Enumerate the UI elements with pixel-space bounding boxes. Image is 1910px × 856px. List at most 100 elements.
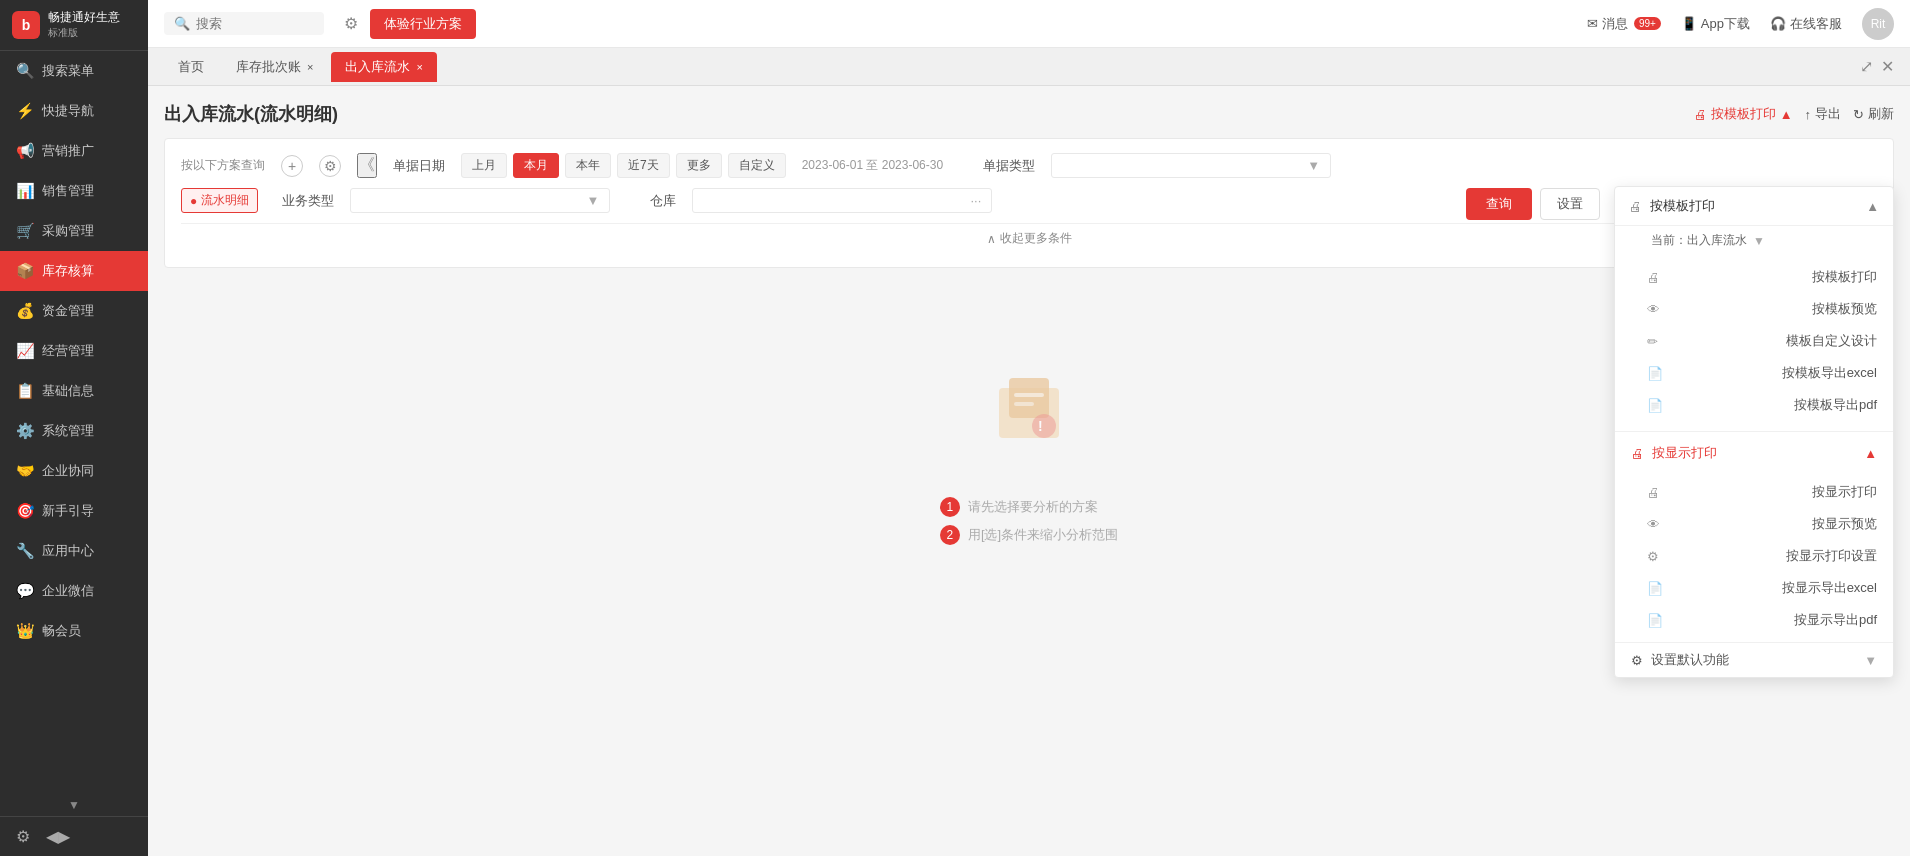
maximize-icon[interactable]: ⤢: [1860, 57, 1873, 76]
sidebar-item-wechat[interactable]: 💬 企业微信: [0, 571, 148, 611]
dropdown-footer-label: 设置默认功能: [1651, 651, 1729, 669]
doc-type-dropdown-arrow: ▼: [1307, 158, 1320, 173]
settings-display-icon: ⚙: [1647, 549, 1663, 564]
filter-tag-active[interactable]: ● 流水明细: [181, 188, 258, 213]
doc-type-select[interactable]: ▼: [1051, 153, 1331, 178]
online-service-button[interactable]: 🎧 在线客服: [1770, 15, 1842, 33]
date-tag-last-month[interactable]: 上月: [461, 153, 507, 178]
message-button[interactable]: ✉ 消息 99+: [1587, 15, 1661, 33]
sidebar-item-operations[interactable]: 📈 经营管理: [0, 331, 148, 371]
print-display-item[interactable]: 🖨 按显示打印: [1615, 476, 1893, 508]
preview-display-label: 按显示预览: [1812, 515, 1877, 533]
preview-display-item[interactable]: 👁 按显示预览: [1615, 508, 1893, 540]
export-button[interactable]: ↑ 导出: [1805, 105, 1842, 123]
doc-type-label: 单据类型: [983, 157, 1035, 175]
enterprise-icon: 🤝: [16, 462, 34, 480]
topbar-right: ✉ 消息 99+ 📱 App下载 🎧 在线客服 Rit: [1587, 8, 1894, 40]
query-button[interactable]: 查询: [1466, 188, 1532, 220]
export-pdf-template-label: 按模板导出pdf: [1794, 396, 1877, 414]
search-input[interactable]: [196, 16, 296, 31]
page-header: 出入库流水(流水明细) 🖨 按模板打印 ▲ ↑ 导出 ↻ 刷新: [164, 102, 1894, 126]
tab-batch-account-close[interactable]: ×: [307, 61, 313, 73]
sidebar-logo: b 畅捷通好生意 标准版: [0, 0, 148, 51]
topbar-gear-icon[interactable]: ⚙: [344, 14, 358, 33]
sidebar-item-basics[interactable]: 📋 基础信息: [0, 371, 148, 411]
sidebar-item-label: 经营管理: [42, 342, 94, 360]
date-tag-current-year[interactable]: 本年: [565, 153, 611, 178]
biz-type-dropdown-arrow: ▼: [586, 193, 599, 208]
export-pdf-display-item[interactable]: 📄 按显示导出pdf: [1615, 604, 1893, 636]
custom-template-item[interactable]: ✏ 模板自定义设计: [1615, 325, 1893, 357]
svg-rect-3: [1014, 402, 1034, 406]
sidebar-item-appstore[interactable]: 🔧 应用中心: [0, 531, 148, 571]
preview-template-item[interactable]: 👁 按模板预览: [1615, 293, 1893, 325]
sidebar-item-sales[interactable]: 📊 销售管理: [0, 171, 148, 211]
settings-button[interactable]: 设置: [1540, 188, 1600, 220]
export-excel-display-item[interactable]: 📄 按显示导出excel: [1615, 572, 1893, 604]
app-download-button[interactable]: 📱 App下载: [1681, 15, 1750, 33]
sidebar-item-member[interactable]: 👑 畅会员: [0, 611, 148, 651]
display-print-section-header[interactable]: 🖨 按显示打印 ▲: [1615, 436, 1893, 470]
industry-solution-button[interactable]: 体验行业方案: [370, 9, 476, 39]
user-avatar[interactable]: Rit: [1862, 8, 1894, 40]
sidebar-item-marketing[interactable]: 📢 营销推广: [0, 131, 148, 171]
print-icon: 🖨: [1647, 270, 1663, 285]
biz-type-select[interactable]: ▼: [350, 188, 610, 213]
date-tag-more[interactable]: 更多: [676, 153, 722, 178]
sidebar-item-system[interactable]: ⚙️ 系统管理: [0, 411, 148, 451]
sidebar-item-search[interactable]: 🔍 搜索菜单: [0, 51, 148, 91]
date-range-text: 2023-06-01 至 2023-06-30: [802, 157, 943, 174]
pdf-icon: 📄: [1647, 398, 1663, 413]
toggle-sidebar-icon[interactable]: ◀▶: [46, 827, 70, 846]
add-filter-button[interactable]: +: [281, 155, 303, 177]
sidebar-item-enterprise[interactable]: 🤝 企业协同: [0, 451, 148, 491]
date-tag-current-month[interactable]: 本月: [513, 153, 559, 178]
marketing-icon: 📢: [16, 142, 34, 160]
svg-text:!: !: [1038, 418, 1043, 434]
filter-settings-button[interactable]: ⚙: [319, 155, 341, 177]
printer-header-icon: 🖨: [1629, 199, 1642, 214]
sidebar-item-label: 企业微信: [42, 582, 94, 600]
print-template-button[interactable]: 🖨 按模板打印 ▲: [1694, 105, 1793, 123]
current-label-text: 当前：出入库流水: [1651, 232, 1747, 249]
sidebar-item-quick-nav[interactable]: ⚡ 快捷导航: [0, 91, 148, 131]
sidebar-item-finance[interactable]: 💰 资金管理: [0, 291, 148, 331]
date-tag-7days[interactable]: 近7天: [617, 153, 670, 178]
tab-flow-label: 出入库流水: [345, 58, 410, 76]
settings-gear-icon[interactable]: ⚙: [16, 827, 30, 846]
topbar-search[interactable]: 🔍: [164, 12, 324, 35]
tab-batch-account[interactable]: 库存批次账 ×: [222, 52, 327, 82]
step-num-1: 1: [940, 497, 960, 517]
logo-name: 畅捷通好生意: [48, 10, 120, 26]
export-excel-template-item[interactable]: 📄 按模板导出excel: [1615, 357, 1893, 389]
dropdown-panel: 🖨 按模板打印 ▲ 当前：出入库流水 ▼ 🖨 按模板打印 👁 按模板预览: [1614, 186, 1894, 678]
export-pdf-display-label: 按显示导出pdf: [1794, 611, 1877, 629]
sidebar-item-inventory[interactable]: 📦 库存核算: [0, 251, 148, 291]
refresh-button[interactable]: ↻ 刷新: [1853, 105, 1894, 123]
date-tag-custom[interactable]: 自定义: [728, 153, 786, 178]
sidebar-item-guide[interactable]: 🎯 新手引导: [0, 491, 148, 531]
tab-home[interactable]: 首页: [164, 52, 218, 82]
dropdown-collapse-icon[interactable]: ▲: [1866, 199, 1879, 214]
settings-display-item[interactable]: ⚙ 按显示打印设置: [1615, 540, 1893, 572]
basics-icon: 📋: [16, 382, 34, 400]
sidebar-item-label: 营销推广: [42, 142, 94, 160]
tab-flow[interactable]: 出入库流水 ×: [331, 52, 436, 82]
scroll-down-icon[interactable]: ▼: [68, 798, 80, 812]
topbar-search-icon: 🔍: [174, 16, 190, 31]
quick-nav-icon: ⚡: [16, 102, 34, 120]
export-pdf-template-item[interactable]: 📄 按模板导出pdf: [1615, 389, 1893, 421]
tab-home-label: 首页: [178, 58, 204, 76]
sidebar-item-purchase[interactable]: 🛒 采购管理: [0, 211, 148, 251]
warehouse-input[interactable]: ···: [692, 188, 992, 213]
dropdown-footer[interactable]: ⚙ 设置默认功能 ▼: [1615, 642, 1893, 677]
warehouse-more-button[interactable]: ···: [970, 193, 981, 208]
topbar-actions: ⚙: [344, 14, 358, 33]
print-template-item[interactable]: 🖨 按模板打印: [1615, 261, 1893, 293]
step-num-2: 2: [940, 525, 960, 545]
close-page-icon[interactable]: ✕: [1881, 57, 1894, 76]
export-icon: ↑: [1805, 107, 1812, 122]
tab-flow-close[interactable]: ×: [416, 61, 422, 73]
dropdown-panel-header: 🖨 按模板打印 ▲: [1615, 187, 1893, 226]
filter-collapse-button[interactable]: 《: [357, 153, 377, 178]
